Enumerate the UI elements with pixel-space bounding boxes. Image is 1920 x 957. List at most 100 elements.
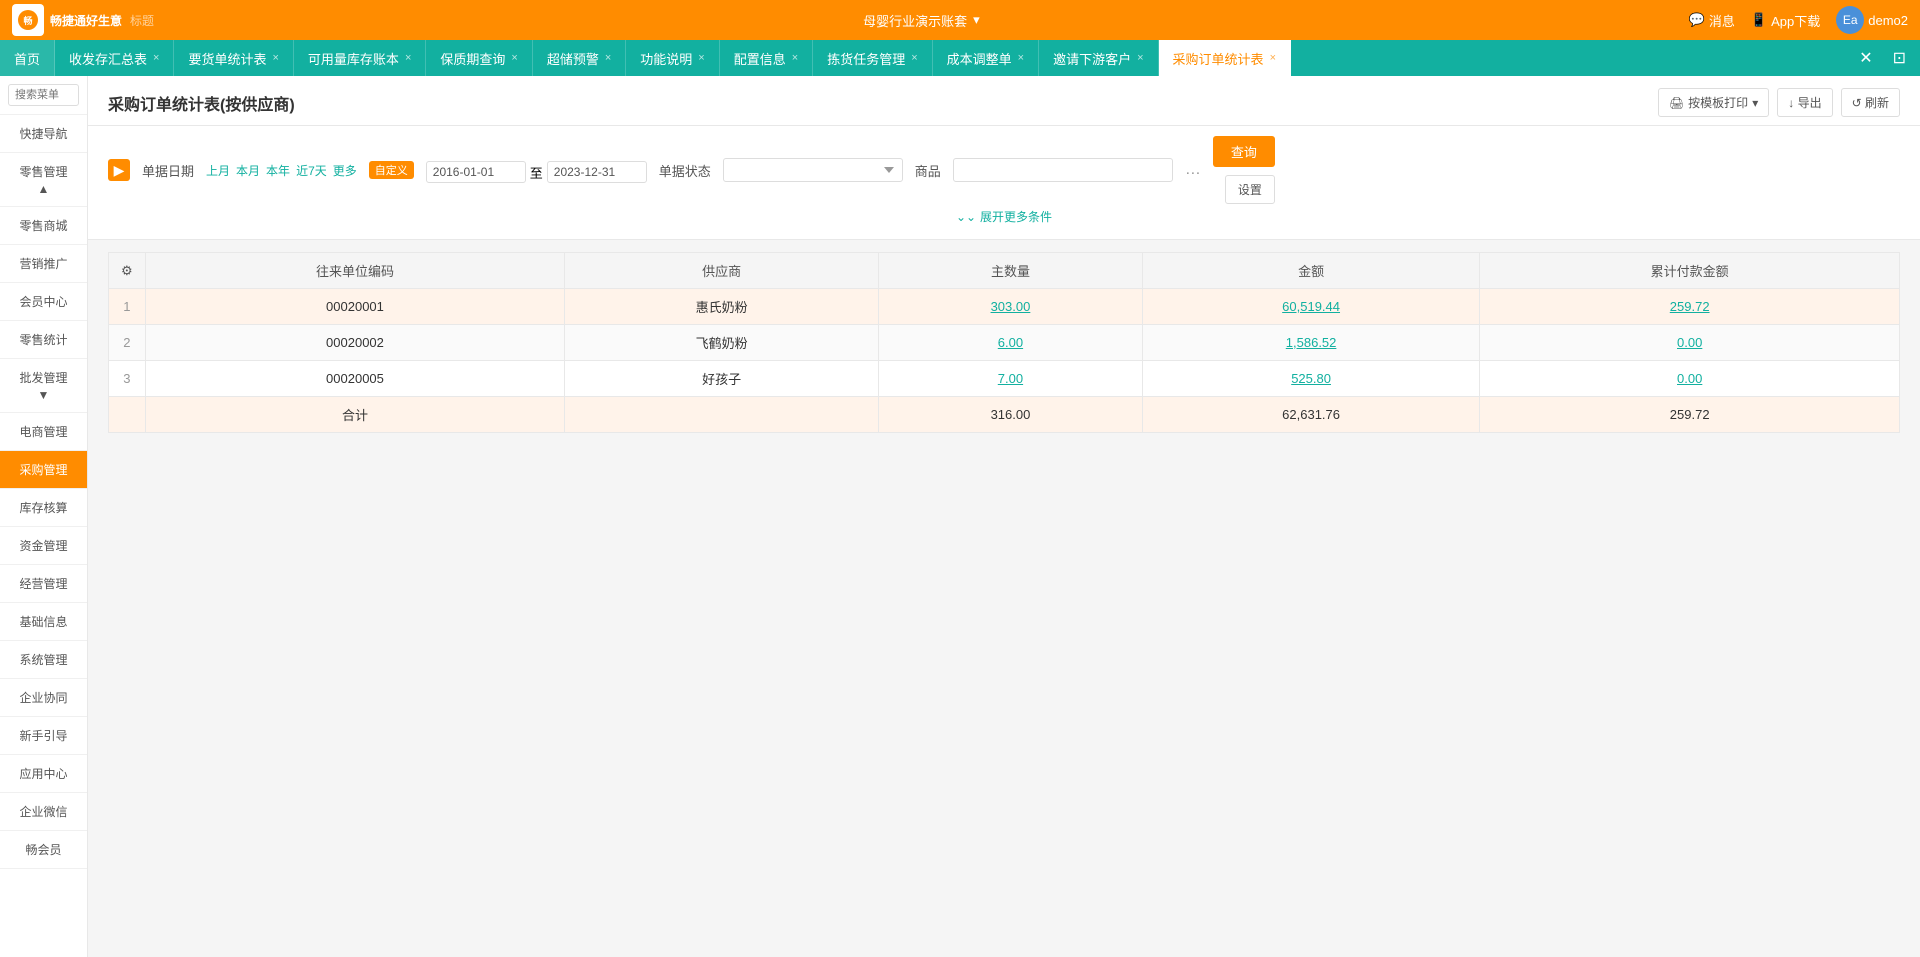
expand-more-btn[interactable]: ⌄⌄ 展开更多条件 — [108, 204, 1900, 229]
cell-amount: 60,519.44 — [1142, 289, 1479, 325]
tab-invite-downstream-close[interactable]: × — [1137, 52, 1143, 64]
app-download-action[interactable]: 📱 App下载 — [1751, 11, 1820, 30]
tab-order-stats-close[interactable]: × — [272, 52, 278, 64]
sidebar-item-app-center[interactable]: 应用中心 — [0, 755, 87, 793]
tab-pick-task[interactable]: 拣货任务管理 × — [813, 40, 932, 76]
query-actions: 查询 设置 — [1213, 136, 1275, 204]
close-all-tabs-btn[interactable]: ✕ — [1853, 46, 1878, 70]
shortcut-more[interactable]: 更多 — [333, 162, 357, 179]
sidebar-item-retail-mgmt-label: 零售管理 — [19, 163, 67, 180]
shortcut-this-year[interactable]: 本年 — [266, 162, 290, 179]
tab-pick-task-close[interactable]: × — [911, 52, 917, 64]
date-filter-label: 单据日期 — [142, 161, 194, 180]
tab-overstock-warning[interactable]: 超储预警 × — [533, 40, 626, 76]
page-title: 采购订单统计表(按供应商) — [108, 91, 295, 115]
sidebar-item-ops-mgmt[interactable]: 经营管理 — [0, 565, 87, 603]
sidebar-item-purchase-mgmt[interactable]: 采购管理 — [0, 451, 87, 489]
tab-receive-summary-label: 收发存汇总表 — [69, 49, 147, 68]
tab-receive-summary[interactable]: 收发存汇总表 × — [55, 40, 174, 76]
cell-paid: 0.00 — [1480, 361, 1900, 397]
sidebar-item-marketing[interactable]: 营销推广 — [0, 245, 87, 283]
sidebar-item-retail-shop[interactable]: 零售商城 — [0, 207, 87, 245]
tab-home-label: 首页 — [14, 49, 40, 68]
custom-badge: 自定义 — [369, 161, 414, 179]
tab-cost-adjust-close[interactable]: × — [1018, 52, 1024, 64]
col-settings: ⚙ — [109, 253, 146, 289]
paid-link[interactable]: 259.72 — [1670, 299, 1710, 314]
sidebar-item-new-guide[interactable]: 新手引导 — [0, 717, 87, 755]
sidebar-item-retail-stats[interactable]: 零售统计 — [0, 321, 87, 359]
sidebar-item-member-center[interactable]: 会员中心 — [0, 283, 87, 321]
cell-num: 2 — [109, 325, 146, 361]
page-actions: 🖨 按模板打印 ▾ ↓ 导出 ↺ 刷新 — [1658, 88, 1900, 117]
sidebar-item-quick-nav[interactable]: 快捷导航 — [0, 115, 87, 153]
tab-order-stats[interactable]: 要货单统计表 × — [174, 40, 293, 76]
paid-link[interactable]: 0.00 — [1677, 371, 1702, 386]
maximize-btn[interactable]: ⊡ — [1887, 46, 1912, 70]
sidebar-item-retail-mgmt[interactable]: 零售管理 ▲ — [0, 153, 87, 207]
amount-link[interactable]: 1,586.52 — [1286, 335, 1337, 350]
tab-home[interactable]: 首页 — [0, 40, 55, 76]
settings-button[interactable]: 设置 — [1225, 175, 1275, 204]
template-print-button[interactable]: 🖨 按模板打印 ▾ — [1658, 88, 1769, 117]
cell-supplier: 惠氏奶粉 — [565, 289, 879, 325]
refresh-button[interactable]: ↺ 刷新 — [1841, 88, 1900, 117]
export-button[interactable]: ↓ 导出 — [1777, 88, 1832, 117]
tab-purchase-stats-close[interactable]: × — [1270, 52, 1276, 64]
tab-expiry-query[interactable]: 保质期查询 × — [426, 40, 532, 76]
amount-link[interactable]: 60,519.44 — [1282, 299, 1340, 314]
query-button[interactable]: 查询 — [1213, 136, 1275, 167]
sidebar-item-corp-collab[interactable]: 企业协同 — [0, 679, 87, 717]
sidebar-item-fund-mgmt[interactable]: 资金管理 — [0, 527, 87, 565]
tab-config-info[interactable]: 配置信息 × — [720, 40, 813, 76]
shortcut-7days[interactable]: 近7天 — [296, 162, 327, 179]
tab-overstock-warning-close[interactable]: × — [605, 52, 611, 64]
qty-link[interactable]: 7.00 — [998, 371, 1023, 386]
tab-function-desc[interactable]: 功能说明 × — [626, 40, 719, 76]
shortcut-last-month[interactable]: 上月 — [206, 162, 230, 179]
date-from-input[interactable] — [426, 161, 526, 183]
tab-expiry-query-label: 保质期查询 — [440, 49, 505, 68]
sidebar-item-corp-wechat[interactable]: 企业微信 — [0, 793, 87, 831]
tab-available-stock[interactable]: 可用量库存账本 × — [294, 40, 426, 76]
tab-receive-summary-close[interactable]: × — [153, 52, 159, 64]
sidebar-item-batch-mgmt[interactable]: 批发管理 ▼ — [0, 359, 87, 413]
tab-purchase-stats[interactable]: 采购订单统计表 × — [1159, 40, 1291, 76]
tab-expiry-query-close[interactable]: × — [511, 52, 517, 64]
product-filter-input[interactable] — [953, 158, 1173, 182]
settings-icon[interactable]: ⚙ — [121, 263, 133, 278]
status-filter-select[interactable] — [723, 158, 903, 182]
cell-supplier: 好孩子 — [565, 361, 879, 397]
footer-amount: 62,631.76 — [1142, 397, 1479, 433]
more-filter-dots[interactable]: … — [1185, 161, 1201, 179]
cell-amount: 1,586.52 — [1142, 325, 1479, 361]
sidebar-item-corp-wechat-label: 企业微信 — [19, 803, 67, 820]
shortcut-this-month[interactable]: 本月 — [236, 162, 260, 179]
date-to-input[interactable] — [547, 161, 647, 183]
page-header: 采购订单统计表(按供应商) 🖨 按模板打印 ▾ ↓ 导出 ↺ 刷新 — [88, 76, 1920, 126]
tab-cost-adjust[interactable]: 成本调整单 × — [933, 40, 1039, 76]
qty-link[interactable]: 6.00 — [998, 335, 1023, 350]
cell-paid: 0.00 — [1480, 325, 1900, 361]
user-area[interactable]: Ea demo2 — [1836, 6, 1908, 34]
sidebar-item-batch-mgmt-label: 批发管理 — [19, 369, 67, 386]
account-dropdown[interactable]: 母婴行业演示账套 ▾ — [863, 11, 980, 30]
tab-function-desc-close[interactable]: × — [698, 52, 704, 64]
sidebar-item-ecom-mgmt[interactable]: 电商管理 — [0, 413, 87, 451]
sidebar-item-sys-mgmt[interactable]: 系统管理 — [0, 641, 87, 679]
search-input[interactable] — [8, 84, 79, 106]
sidebar-item-vip[interactable]: 畅会员 — [0, 831, 87, 869]
sidebar-item-stock-check[interactable]: 库存核算 — [0, 489, 87, 527]
tab-config-info-close[interactable]: × — [792, 52, 798, 64]
filter-toggle-btn[interactable]: ▶ — [108, 159, 130, 181]
amount-link[interactable]: 525.80 — [1291, 371, 1331, 386]
tab-available-stock-close[interactable]: × — [405, 52, 411, 64]
qty-link[interactable]: 303.00 — [991, 299, 1031, 314]
tab-config-info-label: 配置信息 — [734, 49, 786, 68]
table-row: 3 00020005 好孩子 7.00 525.80 0.00 — [109, 361, 1900, 397]
tab-overstock-warning-label: 超储预警 — [547, 49, 599, 68]
sidebar-item-basic-info[interactable]: 基础信息 — [0, 603, 87, 641]
paid-link[interactable]: 0.00 — [1677, 335, 1702, 350]
tab-invite-downstream[interactable]: 邀请下游客户 × — [1039, 40, 1158, 76]
message-action[interactable]: 💬 消息 — [1689, 11, 1735, 30]
